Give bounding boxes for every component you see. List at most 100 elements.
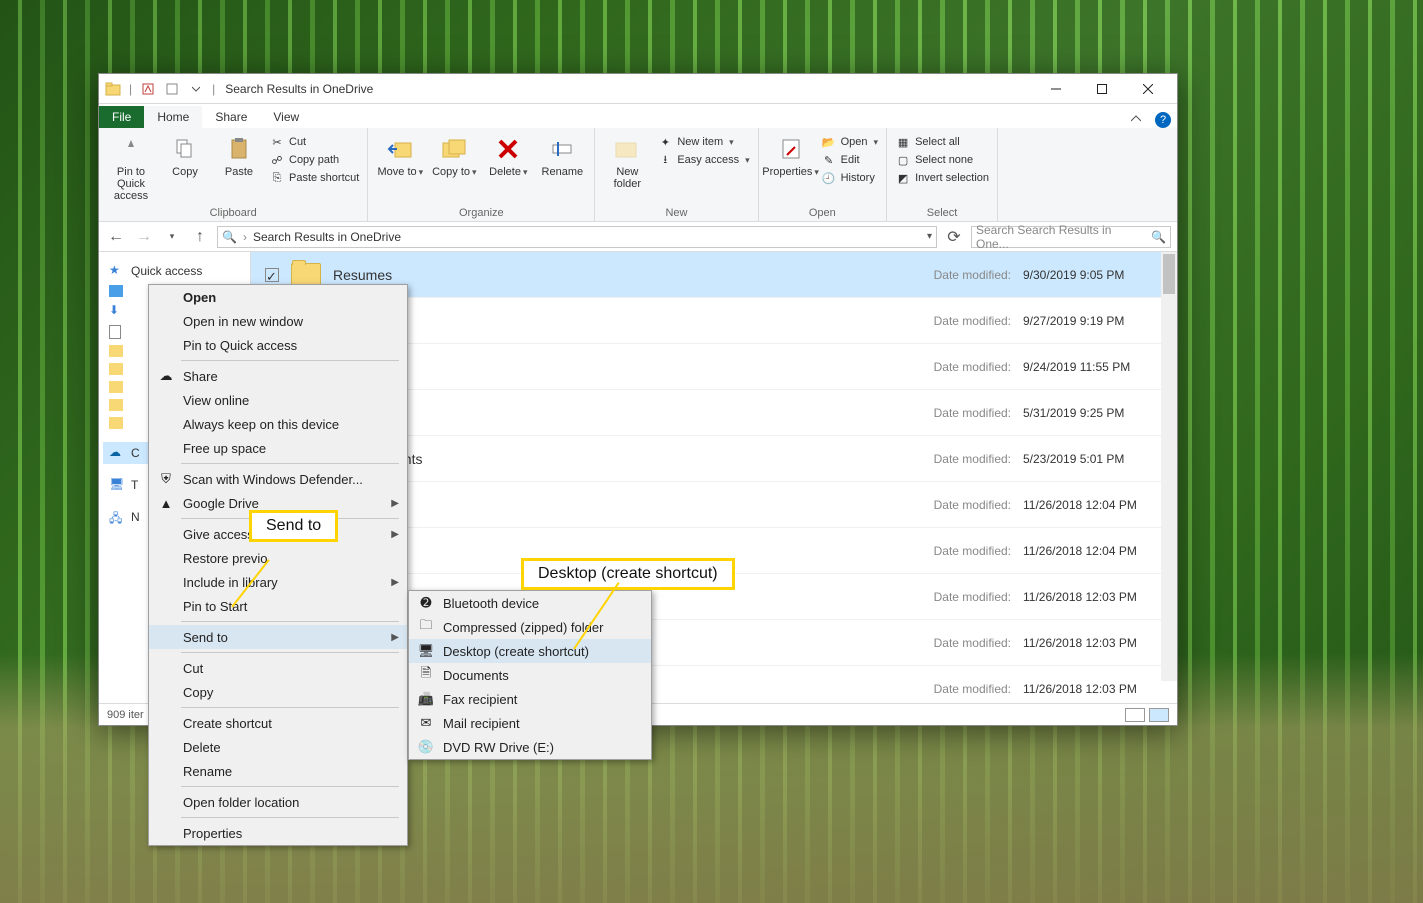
edit-button[interactable]: ✎Edit [821, 152, 878, 168]
qat-properties-icon[interactable] [140, 81, 156, 97]
nav-back-button[interactable]: ← [105, 226, 127, 248]
menu-item[interactable]: 🗀Compressed (zipped) folder [409, 615, 651, 639]
paste-shortcut-button[interactable]: ⎘Paste shortcut [269, 170, 359, 186]
menu-item[interactable]: Open in new window [149, 309, 407, 333]
menu-item[interactable]: Pin to Start [149, 594, 407, 618]
paste-button[interactable]: Paste [215, 132, 263, 205]
open-button[interactable]: 📂Open▾ [821, 134, 878, 150]
date-modified-value: 5/31/2019 9:25 PM [1023, 406, 1163, 420]
menu-item[interactable]: Properties [149, 821, 407, 845]
qat-dropdown-icon[interactable] [188, 81, 204, 97]
menu-item[interactable]: ☁Share [149, 364, 407, 388]
view-large-button[interactable] [1149, 708, 1169, 722]
qat-newfolder-icon[interactable] [164, 81, 180, 97]
tab-home[interactable]: Home [144, 106, 202, 128]
menu-item[interactable]: 💿DVD RW Drive (E:) [409, 735, 651, 759]
nav-up-button[interactable]: ↑ [189, 226, 211, 248]
date-modified-value: 9/24/2019 11:55 PM [1023, 360, 1163, 374]
easy-icon: ⭳ [657, 152, 673, 168]
tab-view[interactable]: View [260, 106, 312, 128]
move-to-button[interactable]: Move to▾ [376, 132, 424, 205]
menu-item-label: Documents [443, 668, 509, 683]
view-details-button[interactable] [1125, 708, 1145, 722]
tab-file[interactable]: File [99, 106, 144, 128]
pin-to-quick-access-button[interactable]: Pin to Quick access [107, 132, 155, 205]
select-none-button[interactable]: ▢Select none [895, 152, 989, 168]
menu-item[interactable]: Rename [149, 759, 407, 783]
new-item-button[interactable]: ✦New item▾ [657, 134, 749, 150]
menu-item[interactable]: Cut [149, 656, 407, 680]
tab-share[interactable]: Share [202, 106, 260, 128]
cut-button[interactable]: ✂Cut [269, 134, 359, 150]
shield-icon: ⛨ [157, 471, 175, 487]
menu-item-label: Copy [183, 685, 213, 700]
dvd-icon: 💿 [417, 739, 435, 755]
address-bar[interactable]: 🔍 › Search Results in OneDrive ▾ [217, 226, 937, 248]
history-button[interactable]: 🕘History [821, 170, 878, 186]
menu-item[interactable]: Create shortcut [149, 711, 407, 735]
copy-path-button[interactable]: ☍Copy path [269, 152, 359, 168]
menu-item[interactable]: 🗎Documents [409, 663, 651, 687]
menu-item[interactable]: Send to▶ [149, 625, 407, 649]
menu-item-label: Free up space [183, 441, 266, 456]
nav-recent-button[interactable]: ▾ [161, 226, 183, 248]
downloads-icon: ⬇ [109, 303, 125, 319]
date-modified-label: Date modified: [934, 314, 1011, 328]
menu-item[interactable]: Copy [149, 680, 407, 704]
folder-icon [109, 363, 123, 375]
delete-button[interactable]: Delete▾ [484, 132, 532, 205]
select-all-button[interactable]: ▦Select all [895, 134, 989, 150]
menu-item[interactable]: Open [149, 285, 407, 309]
menu-item[interactable]: Restore previo [149, 546, 407, 570]
menu-item-label: Open in new window [183, 314, 303, 329]
window-title: Search Results in OneDrive [225, 82, 373, 96]
new-folder-button[interactable]: New folder [603, 132, 651, 205]
sidebar-quick-access[interactable]: ★Quick access [103, 260, 246, 282]
menu-item-label: Send to [183, 630, 228, 645]
copy-button[interactable]: Copy [161, 132, 209, 205]
copy-to-button[interactable]: Copy to▾ [430, 132, 478, 205]
menu-item[interactable]: View online [149, 388, 407, 412]
address-path: Search Results in OneDrive [253, 230, 401, 244]
selectall-icon: ▦ [895, 134, 911, 150]
help-button[interactable]: ? [1155, 112, 1171, 128]
monitor-icon: 🖥 [109, 477, 125, 493]
refresh-button[interactable]: ⟳ [943, 226, 965, 248]
vertical-scrollbar[interactable] [1161, 252, 1177, 681]
close-button[interactable] [1125, 74, 1171, 104]
file-name: ve Documents [333, 451, 922, 467]
ribbon-group-clipboard: Pin to Quick access Copy Paste ✂Cut ☍Cop… [99, 128, 368, 221]
menu-item[interactable]: Always keep on this device [149, 412, 407, 436]
menu-item[interactable]: ⛨Scan with Windows Defender... [149, 467, 407, 491]
qat-sep: | [129, 82, 132, 96]
scrollbar-thumb[interactable] [1163, 254, 1175, 294]
menu-item[interactable]: Pin to Quick access [149, 333, 407, 357]
nav-forward-button[interactable]: → [133, 226, 155, 248]
date-modified-value: 11/26/2018 12:04 PM [1023, 544, 1163, 558]
rename-button[interactable]: Rename [538, 132, 586, 205]
search-icon: 🔍 [1151, 230, 1166, 244]
date-modified-label: Date modified: [934, 590, 1011, 604]
minimize-button[interactable] [1033, 74, 1079, 104]
menu-item-label: Share [183, 369, 218, 384]
row-checkbox[interactable]: ✓ [265, 268, 279, 282]
sendto-submenu: ➋Bluetooth device🗀Compressed (zipped) fo… [408, 590, 652, 760]
easy-access-button[interactable]: ⭳Easy access▾ [657, 152, 749, 168]
menu-item[interactable]: Include in library▶ [149, 570, 407, 594]
menu-item[interactable]: 🖥Desktop (create shortcut) [409, 639, 651, 663]
maximize-button[interactable] [1079, 74, 1125, 104]
ribbon-collapse[interactable] [1123, 110, 1149, 128]
menu-item[interactable]: 📠Fax recipient [409, 687, 651, 711]
paste-icon [224, 134, 254, 164]
menu-item[interactable]: Open folder location [149, 790, 407, 814]
folder-icon [109, 399, 123, 411]
menu-item[interactable]: ➋Bluetooth device [409, 591, 651, 615]
open-icon: 📂 [821, 134, 837, 150]
invert-selection-button[interactable]: ◩Invert selection [895, 170, 989, 186]
menu-item[interactable]: ✉Mail recipient [409, 711, 651, 735]
properties-button[interactable]: Properties▾ [767, 132, 815, 205]
date-modified-label: Date modified: [934, 498, 1011, 512]
menu-item[interactable]: Delete [149, 735, 407, 759]
search-box[interactable]: Search Search Results in One... 🔍 [971, 226, 1171, 248]
menu-item[interactable]: Free up space [149, 436, 407, 460]
